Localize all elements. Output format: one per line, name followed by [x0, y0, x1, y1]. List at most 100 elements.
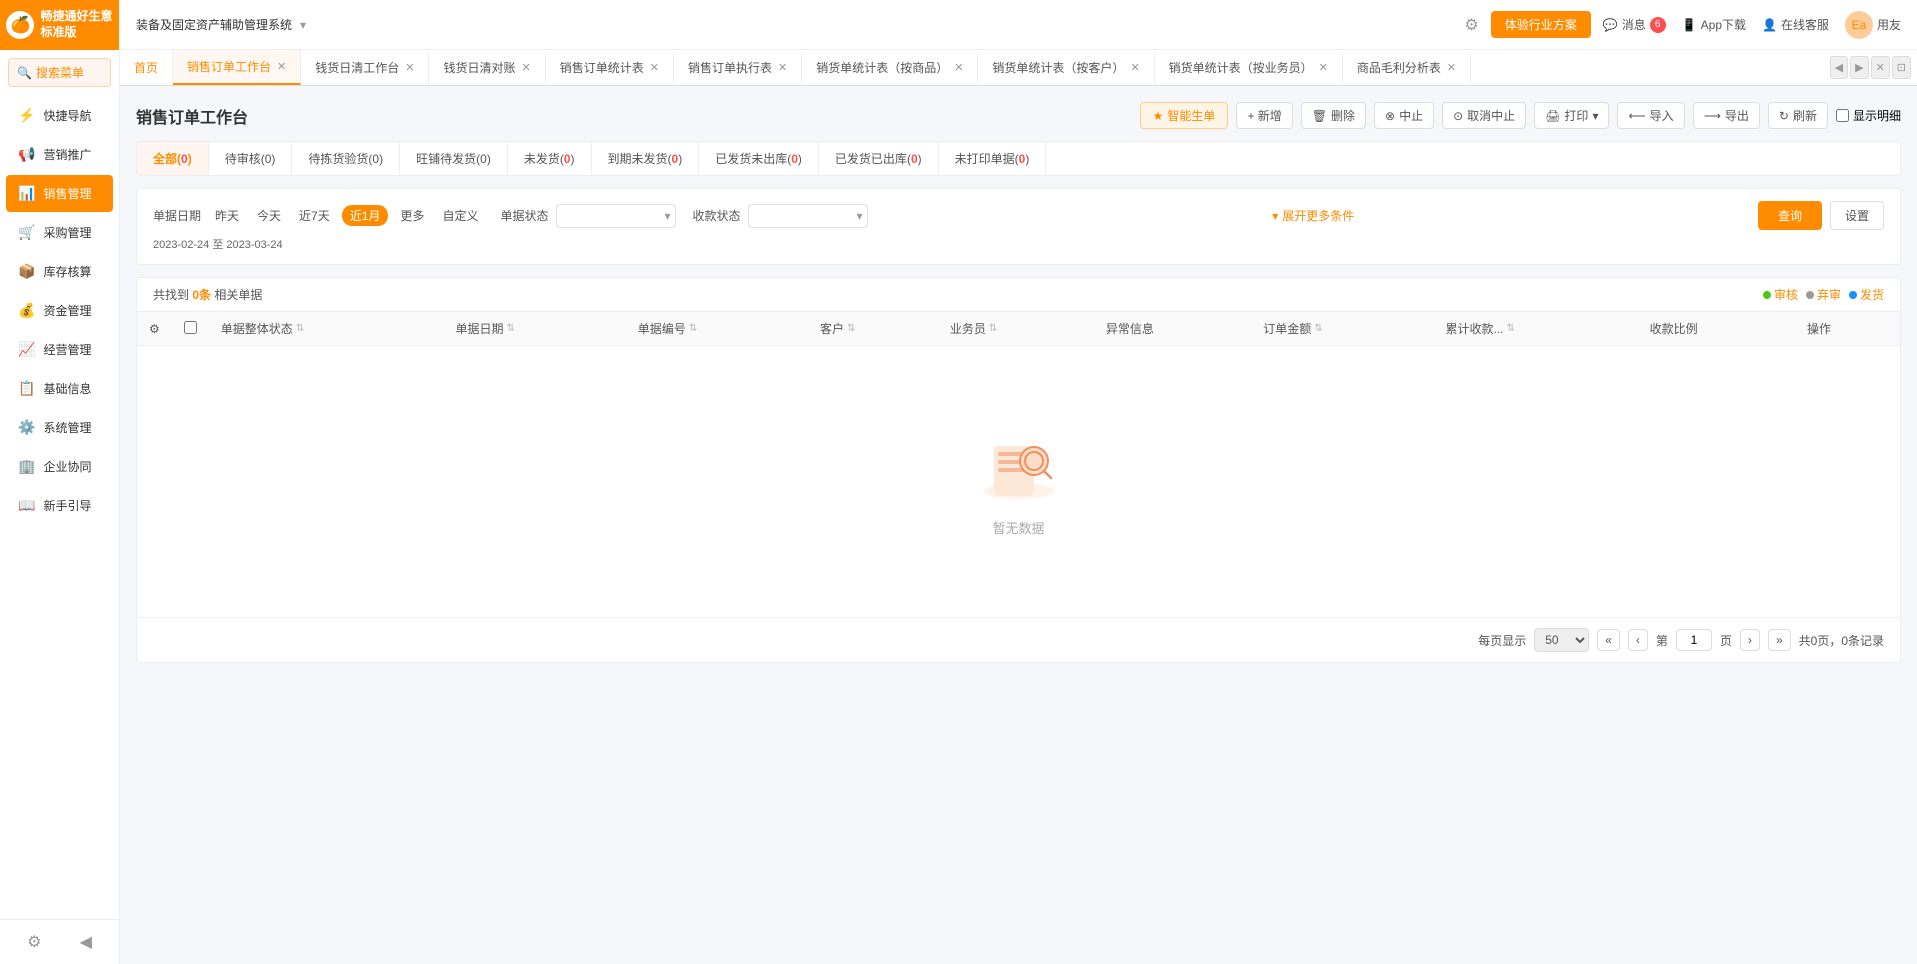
export-button[interactable]: ⟶ 导出	[1693, 102, 1760, 129]
col-amount-header: 订单金额 ⇅	[1251, 312, 1433, 346]
filter-tab-wangpu[interactable]: 旺铺待发货(0)	[400, 142, 508, 175]
expand-filter-button[interactable]: ▾ 展开更多条件	[1272, 207, 1354, 224]
sidebar-item-purchase[interactable]: 🛒 采购管理	[6, 214, 113, 251]
tab-close-sales-summary-customer[interactable]: ✕	[1130, 61, 1139, 74]
ship-action-button[interactable]: 发货	[1849, 286, 1884, 303]
filter-tab-not-printed[interactable]: 未打印单据(0)	[939, 142, 1047, 175]
page-number-input[interactable]	[1676, 629, 1712, 651]
show-detail-checkbox[interactable]	[1836, 109, 1849, 122]
tab-sales-summary-product[interactable]: 销货单统计表（按商品） ✕	[802, 51, 978, 84]
sidebar-item-guide[interactable]: 📖 新手引导	[6, 487, 113, 524]
tab-close-cash-daily[interactable]: ✕	[405, 61, 414, 74]
new-button[interactable]: + 新增	[1236, 102, 1292, 129]
tab-close-sales-exec[interactable]: ✕	[778, 61, 787, 74]
sidebar-item-marketing[interactable]: 📢 营销推广	[6, 136, 113, 173]
tab-close-all[interactable]: ✕	[1871, 56, 1890, 79]
message-button[interactable]: 💬 消息 6	[1603, 16, 1666, 33]
filter-tab-not-shipped[interactable]: 未发货(0)	[508, 142, 592, 175]
smart-generate-button[interactable]: ★ 智能生单	[1140, 102, 1229, 129]
sidebar-item-finance[interactable]: 💰 资金管理	[6, 292, 113, 329]
date-more[interactable]: 更多	[394, 205, 430, 226]
filter-tab-shipped-out[interactable]: 已发货已出库(0)	[819, 142, 939, 175]
sidebar-item-base-info[interactable]: 📋 基础信息	[6, 370, 113, 407]
sort-status-icon[interactable]: ⇅	[296, 323, 304, 334]
date-last1m[interactable]: 近1月	[342, 205, 389, 226]
search-menu-button[interactable]: 🔍 搜索菜单	[8, 58, 111, 87]
print-button[interactable]: 🖨 打印 ▾	[1534, 102, 1609, 129]
sidebar-item-system[interactable]: ⚙️ 系统管理	[6, 409, 113, 446]
sort-collected-icon[interactable]: ⇅	[1507, 323, 1515, 334]
tab-sales-summary-customer[interactable]: 销货单统计表（按客户） ✕	[978, 51, 1154, 84]
sort-staff-icon[interactable]: ⇅	[989, 323, 997, 334]
sort-number-icon[interactable]: ⇅	[689, 323, 697, 334]
sort-customer-icon[interactable]: ⇅	[847, 323, 855, 334]
page-size-select[interactable]: 50 10 20 100	[1534, 628, 1589, 652]
review-action-button[interactable]: 审核	[1763, 286, 1798, 303]
filter-tab-expired-not-shipped[interactable]: 到期未发货(0)	[592, 142, 700, 175]
tab-cash-reconcile[interactable]: 钱货日清对账 ✕	[429, 51, 545, 84]
delete-button[interactable]: 🗑 删除	[1301, 102, 1366, 129]
date-custom[interactable]: 自定义	[436, 205, 484, 226]
filter-tab-pending-review[interactable]: 待审核(0)	[209, 142, 293, 175]
user-profile-button[interactable]: Ea 用友	[1845, 11, 1901, 39]
tab-close-sales-stat[interactable]: ✕	[650, 61, 659, 74]
tab-close-cash-reconcile[interactable]: ✕	[522, 61, 531, 74]
settings-icon[interactable]: ⚙	[1464, 15, 1478, 35]
sidebar-item-inventory[interactable]: 📦 库存核算	[6, 253, 113, 290]
col-config[interactable]: ⚙	[137, 312, 172, 346]
tab-close-sales-summary-staff[interactable]: ✕	[1319, 61, 1328, 74]
page-prev-button[interactable]: ‹	[1628, 629, 1648, 651]
print-icon: 🖨	[1545, 109, 1560, 123]
import-button[interactable]: ⟵ 导入	[1617, 102, 1684, 129]
message-icon: 💬	[1603, 18, 1618, 32]
sidebar-item-sales[interactable]: 📊 销售管理	[6, 175, 113, 212]
tab-nav-prev[interactable]: ◀	[1830, 56, 1848, 79]
cancel-suspend-button[interactable]: ⊙ 取消中止	[1442, 102, 1526, 129]
status-select[interactable]	[556, 204, 676, 228]
date-yesterday[interactable]: 昨天	[209, 205, 245, 226]
tab-sales-exec[interactable]: 销售订单执行表 ✕	[674, 51, 802, 84]
solution-button[interactable]: 体验行业方案	[1491, 11, 1591, 38]
refresh-button[interactable]: ↻ 刷新	[1768, 102, 1828, 129]
system-dropdown-icon[interactable]: ▾	[300, 18, 306, 32]
tab-close-sales-workbench[interactable]: ✕	[277, 60, 286, 73]
sidebar-item-operations[interactable]: 📈 经营管理	[6, 331, 113, 368]
col-checkbox-header[interactable]	[172, 312, 209, 346]
pagination: 每页显示 50 10 20 100 « ‹ 第 页 › » 共0页，0条记录	[137, 617, 1900, 662]
date-last7[interactable]: 近7天	[293, 205, 336, 226]
filter-tab-shipped-not-out[interactable]: 已发货未出库(0)	[699, 142, 819, 175]
cancel-review-action-button[interactable]: 弃审	[1806, 286, 1841, 303]
tab-close-sales-summary-product[interactable]: ✕	[954, 61, 963, 74]
filter-tab-pending-inspect[interactable]: 待拣货验货(0)	[292, 142, 400, 175]
tab-maximize[interactable]: ⊡	[1892, 56, 1911, 79]
tab-sales-summary-staff[interactable]: 销货单统计表（按业务员） ✕	[1155, 51, 1343, 84]
topbar-right: 💬 消息 6 📱 App下载 👤 在线客服 Ea 用友	[1603, 11, 1901, 39]
date-today[interactable]: 今天	[251, 205, 287, 226]
filter-setting-button[interactable]: 设置	[1830, 201, 1884, 230]
page-next-button[interactable]: ›	[1740, 629, 1760, 651]
app-download-button[interactable]: 📱 App下载	[1682, 16, 1746, 33]
settings-button[interactable]: ⚙	[23, 928, 45, 956]
suspend-button[interactable]: ⊗ 中止	[1374, 102, 1434, 129]
sidebar-item-enterprise[interactable]: 🏢 企业协同	[6, 448, 113, 485]
tab-close-goods-margin[interactable]: ✕	[1447, 61, 1456, 74]
online-service-button[interactable]: 👤 在线客服	[1762, 16, 1829, 33]
query-button[interactable]: 查询	[1758, 201, 1822, 230]
collapse-button[interactable]: ◀	[76, 928, 96, 956]
filter-row: 单据日期 昨天 今天 近7天 近1月 更多 自定义 单据状态	[153, 201, 1884, 230]
sort-date-icon[interactable]: ⇅	[507, 323, 515, 334]
tab-goods-margin[interactable]: 商品毛利分析表 ✕	[1343, 51, 1471, 84]
tab-nav-next[interactable]: ▶	[1850, 56, 1868, 79]
payment-select[interactable]	[748, 204, 868, 228]
sort-amount-icon[interactable]: ⇅	[1314, 323, 1322, 334]
tab-home[interactable]: 首页	[120, 51, 173, 84]
filter-tab-all[interactable]: 全部(0)	[137, 142, 209, 175]
select-all-checkbox[interactable]	[184, 321, 197, 334]
show-detail-checkbox-wrap[interactable]: 显示明细	[1836, 107, 1901, 124]
page-first-button[interactable]: «	[1597, 629, 1620, 651]
sidebar-item-quick-nav[interactable]: ⚡ 快捷导航	[6, 97, 113, 134]
page-last-button[interactable]: »	[1768, 629, 1791, 651]
tab-sales-workbench[interactable]: 销售订单工作台 ✕	[173, 50, 301, 85]
tab-cash-daily[interactable]: 钱货日清工作台 ✕	[301, 51, 429, 84]
tab-sales-stat[interactable]: 销售订单统计表 ✕	[546, 51, 674, 84]
